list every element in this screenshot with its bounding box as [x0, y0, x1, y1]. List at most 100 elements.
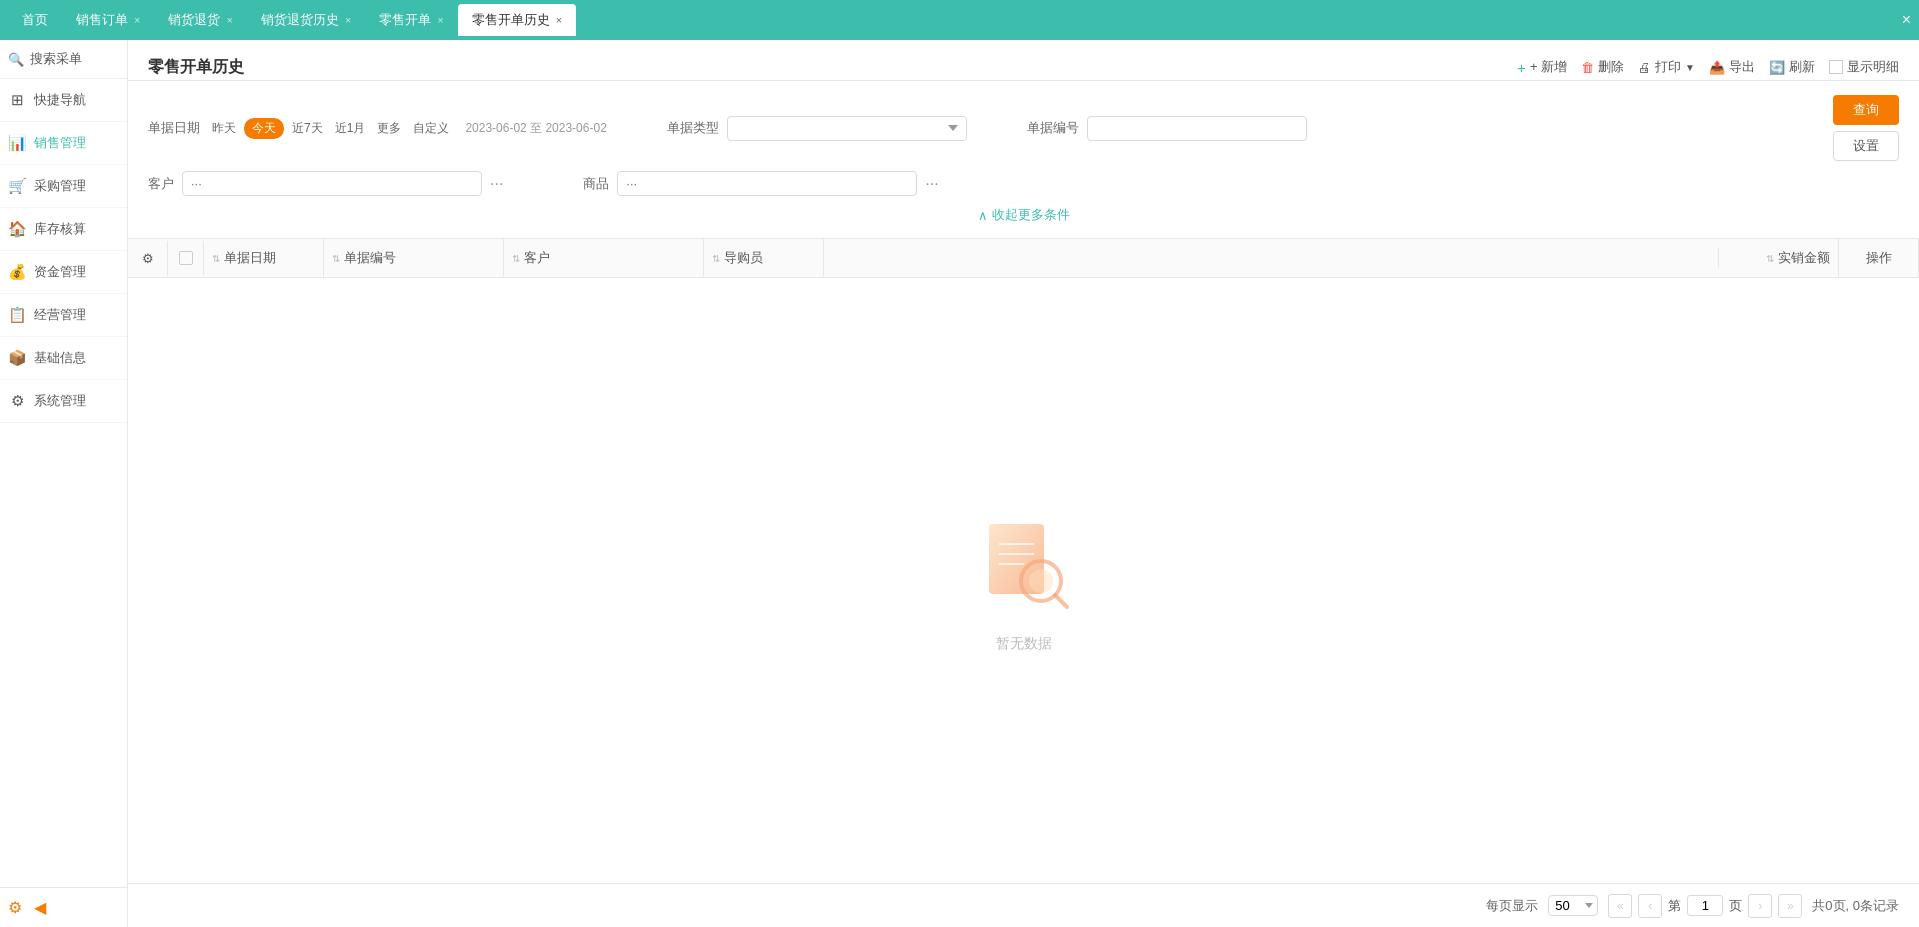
tab-sales-return-history[interactable]: 销货退货历史 ×	[247, 4, 365, 36]
page-title: 零售开单历史	[148, 57, 244, 78]
sort-icon-amount: ⇅	[1766, 253, 1774, 264]
date-quick-btns: 昨天 今天 近7天 近1月 更多 自定义	[208, 118, 453, 139]
svg-line-5	[1055, 595, 1067, 607]
filter-group-customer: 客户 ···	[148, 171, 503, 196]
doc-type-select[interactable]	[727, 116, 967, 141]
footer-settings-icon[interactable]: ⚙	[8, 898, 22, 917]
sidebar: 🔍 搜索采单 ⊞ 快捷导航 📊 销售管理 🛒 采购管理 🏠 库存核算 💰	[0, 40, 128, 927]
page-total: 共0页, 0条记录	[1812, 897, 1899, 915]
last-page-btn[interactable]: »	[1778, 894, 1802, 918]
sidebar-item-purchase-mgmt[interactable]: 🛒 采购管理	[0, 165, 127, 208]
filter-group-date: 单据日期 昨天 今天 近7天 近1月 更多 自定义 2023-06-02 至 2…	[148, 118, 607, 139]
content-area: 零售开单历史 + + 新增 🗑 删除 🖨 打印 ▼ 📤 导出	[128, 40, 1919, 927]
sidebar-item-inventory[interactable]: 🏠 库存核算	[0, 208, 127, 251]
tab-home[interactable]: 首页	[8, 4, 62, 36]
sales-mgmt-icon: 📊	[8, 134, 26, 152]
sort-icon-guide: ⇅	[712, 253, 720, 264]
show-detail-toggle[interactable]: 显示明细	[1829, 58, 1899, 76]
tab-close-sales-return-history[interactable]: ×	[345, 14, 351, 26]
tab-bar: 首页 销售订单 × 销货退货 × 销货退货历史 × 零售开单 × 零售开单历史 …	[0, 0, 1919, 40]
footer-collapse-icon[interactable]: ◀	[34, 898, 46, 917]
th-amount[interactable]: ⇅ 实销金额	[1719, 239, 1839, 277]
export-icon: 📤	[1709, 60, 1725, 75]
sidebar-footer: ⚙ ◀	[0, 887, 127, 927]
tab-close-retail-history[interactable]: ×	[556, 14, 562, 26]
th-checkbox[interactable]	[168, 241, 204, 275]
print-icon: 🖨	[1638, 60, 1651, 75]
date-btn-more[interactable]: 更多	[373, 118, 405, 139]
page-input[interactable]	[1687, 895, 1723, 916]
th-op: 操作	[1839, 239, 1919, 277]
header-checkbox[interactable]	[179, 251, 193, 265]
export-button[interactable]: 📤 导出	[1709, 54, 1755, 80]
table-area: ⚙ ⇅ 单据日期 ⇅ 单据编号 ⇅ 客户 ⇅	[128, 239, 1919, 927]
goods-input[interactable]	[617, 171, 917, 196]
filter-row-1: 单据日期 昨天 今天 近7天 近1月 更多 自定义 2023-06-02 至 2…	[148, 95, 1899, 161]
date-btn-custom[interactable]: 自定义	[409, 118, 453, 139]
search-icon: 🔍	[8, 52, 24, 67]
th-spacer	[824, 248, 1719, 268]
quick-nav-icon: ⊞	[8, 91, 26, 109]
th-date[interactable]: ⇅ 单据日期	[204, 239, 324, 277]
empty-text: 暂无数据	[996, 635, 1052, 653]
print-dropdown-icon: ▼	[1685, 62, 1695, 73]
table-header: ⚙ ⇅ 单据日期 ⇅ 单据编号 ⇅ 客户 ⇅	[128, 239, 1919, 278]
goods-dots[interactable]: ···	[925, 175, 938, 193]
sidebar-item-finance[interactable]: 💰 资金管理	[0, 251, 127, 294]
collapse-row: ∧ 收起更多条件	[148, 202, 1899, 224]
tab-bar-right: ×	[1902, 11, 1911, 29]
doc-type-label: 单据类型	[667, 119, 719, 137]
customer-label: 客户	[148, 175, 174, 193]
tab-sales-return[interactable]: 销货退货 ×	[154, 4, 246, 36]
query-button[interactable]: 查询	[1833, 95, 1899, 125]
th-guide[interactable]: ⇅ 导购员	[704, 239, 824, 277]
filter-group-goods: 商品 ···	[583, 171, 938, 196]
th-customer[interactable]: ⇅ 客户	[504, 239, 704, 277]
customer-input[interactable]	[182, 171, 482, 196]
add-button[interactable]: + + 新增	[1517, 54, 1567, 80]
sidebar-item-basic-info[interactable]: 📦 基础信息	[0, 337, 127, 380]
table-settings-icon: ⚙	[142, 251, 154, 266]
th-settings[interactable]: ⚙	[128, 241, 168, 276]
collapse-button[interactable]: ∧ 收起更多条件	[978, 206, 1070, 224]
sort-icon-number: ⇅	[332, 253, 340, 264]
window-close-btn[interactable]: ×	[1902, 11, 1911, 29]
tab-close-sales-order[interactable]: ×	[134, 14, 140, 26]
goods-label: 商品	[583, 175, 609, 193]
date-btn-last7[interactable]: 近7天	[288, 118, 327, 139]
purchase-mgmt-icon: 🛒	[8, 177, 26, 195]
date-btn-last1m[interactable]: 近1月	[331, 118, 370, 139]
sidebar-item-sales-mgmt[interactable]: 📊 销售管理	[0, 122, 127, 165]
doc-number-input[interactable]	[1087, 116, 1307, 141]
refresh-button[interactable]: 🔄 刷新	[1769, 54, 1815, 80]
page-header: 零售开单历史 + + 新增 🗑 删除 🖨 打印 ▼ 📤 导出	[128, 40, 1919, 81]
filter-settings-button[interactable]: 设置	[1833, 131, 1899, 161]
date-range-display: 2023-06-02 至 2023-06-02	[465, 120, 606, 137]
customer-dots[interactable]: ···	[490, 175, 503, 193]
sidebar-item-quick-nav[interactable]: ⊞ 快捷导航	[0, 79, 127, 122]
per-page-select[interactable]: 50 10 20 100	[1548, 895, 1598, 916]
tab-retail-open[interactable]: 零售开单 ×	[365, 4, 457, 36]
sidebar-search[interactable]: 🔍 搜索采单	[0, 40, 127, 79]
main-layout: 🔍 搜索采单 ⊞ 快捷导航 📊 销售管理 🛒 采购管理 🏠 库存核算 💰	[0, 40, 1919, 927]
tab-close-retail-open[interactable]: ×	[437, 14, 443, 26]
sidebar-item-sys-mgmt[interactable]: ⚙ 系统管理	[0, 380, 127, 423]
delete-button[interactable]: 🗑 删除	[1581, 54, 1624, 80]
sidebar-item-ops-mgmt[interactable]: 📋 经营管理	[0, 294, 127, 337]
page-label: 第	[1668, 897, 1681, 915]
print-button[interactable]: 🖨 打印 ▼	[1638, 54, 1695, 80]
first-page-btn[interactable]: «	[1608, 894, 1632, 918]
filter-row-2: 客户 ··· 商品 ···	[148, 171, 1899, 196]
pagination: 每页显示 50 10 20 100 « ‹ 第 页 › » 共0页, 0条记录	[128, 883, 1919, 927]
date-btn-today[interactable]: 今天	[244, 118, 284, 139]
tab-close-sales-return[interactable]: ×	[226, 14, 232, 26]
show-detail-checkbox[interactable]	[1829, 60, 1843, 74]
filter-area: 单据日期 昨天 今天 近7天 近1月 更多 自定义 2023-06-02 至 2…	[128, 81, 1919, 239]
next-page-btn[interactable]: ›	[1748, 894, 1772, 918]
prev-page-btn[interactable]: ‹	[1638, 894, 1662, 918]
tab-sales-order[interactable]: 销售订单 ×	[62, 4, 154, 36]
date-btn-yesterday[interactable]: 昨天	[208, 118, 240, 139]
page-nav: « ‹ 第 页 › »	[1608, 894, 1802, 918]
th-number[interactable]: ⇅ 单据编号	[324, 239, 504, 277]
tab-retail-history[interactable]: 零售开单历史 ×	[458, 4, 576, 36]
